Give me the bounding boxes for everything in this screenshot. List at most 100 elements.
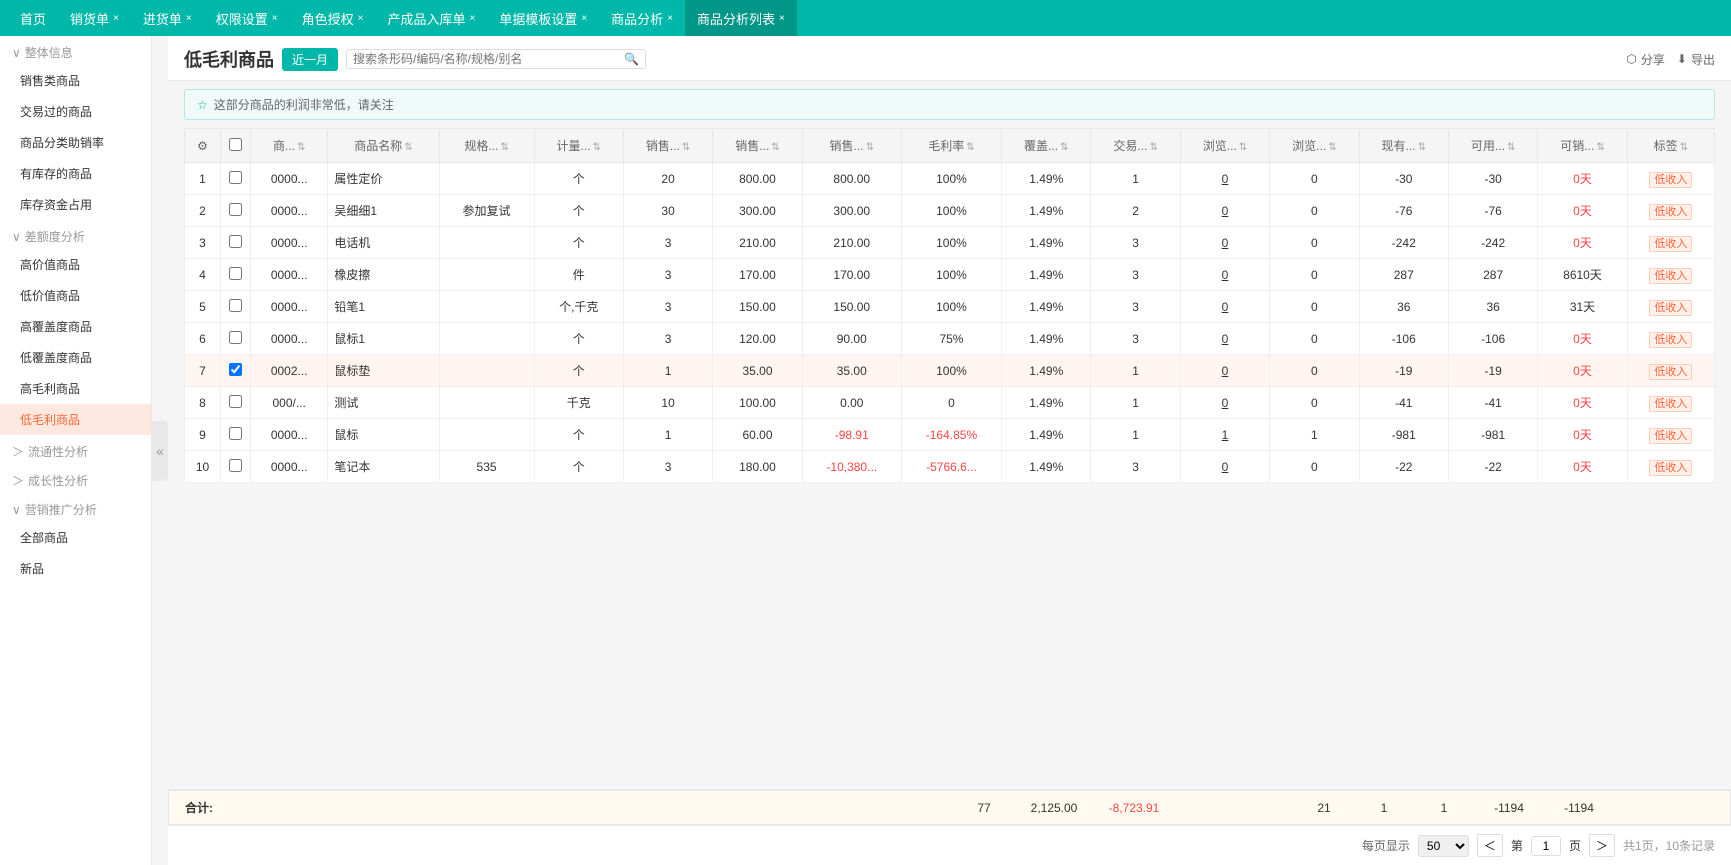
row-checkbox[interactable] xyxy=(229,203,242,216)
col-trade[interactable]: 交易...⇅ xyxy=(1091,129,1180,163)
cell-available: -981 xyxy=(1448,419,1537,451)
search-icon[interactable]: 🔍 xyxy=(624,52,639,66)
cell-checkbox[interactable] xyxy=(221,259,251,291)
cell-view1[interactable]: 0 xyxy=(1180,291,1269,323)
sidebar-item-category-rate[interactable]: 商品分类助销率 xyxy=(0,127,151,158)
col-settings[interactable]: ⚙ xyxy=(185,129,221,163)
row-checkbox[interactable] xyxy=(229,395,242,408)
row-checkbox[interactable] xyxy=(229,267,242,280)
cell-checkbox[interactable] xyxy=(221,451,251,483)
nav-product-instock[interactable]: 产成品入库单 × xyxy=(375,0,487,36)
sidebar-item-low-value[interactable]: 低价值商品 xyxy=(0,280,151,311)
sidebar-collapse-button[interactable]: « xyxy=(152,421,168,481)
row-checkbox[interactable] xyxy=(229,331,242,344)
nav-goods-analysis-close[interactable]: × xyxy=(667,13,673,24)
sidebar-group-margin-analysis[interactable]: ∨ 差额度分析 xyxy=(0,220,151,249)
nav-goods-list-close[interactable]: × xyxy=(779,13,785,24)
cell-view1[interactable]: 0 xyxy=(1180,195,1269,227)
nav-sales-order[interactable]: 销货单 × xyxy=(58,0,131,36)
nav-goods-analysis-list[interactable]: 商品分析列表 × xyxy=(685,0,797,36)
row-checkbox[interactable] xyxy=(229,299,242,312)
cell-view1[interactable]: 0 xyxy=(1180,163,1269,195)
sidebar-item-low-coverage[interactable]: 低覆盖度商品 xyxy=(0,342,151,373)
sidebar-item-traded-goods[interactable]: 交易过的商品 xyxy=(0,96,151,127)
cell-checkbox[interactable] xyxy=(221,323,251,355)
cell-view1[interactable]: 0 xyxy=(1180,387,1269,419)
col-gross-rate[interactable]: 毛利率⇅ xyxy=(901,129,1001,163)
cell-checkbox[interactable] xyxy=(221,195,251,227)
col-sales-qty[interactable]: 销售...⇅ xyxy=(623,129,712,163)
sidebar-group-growth[interactable]: ＞ 成长性分析 xyxy=(0,464,151,493)
col-name[interactable]: 商品名称⇅ xyxy=(328,129,439,163)
col-coverage[interactable]: 覆盖...⇅ xyxy=(1002,129,1091,163)
cell-checkbox[interactable] xyxy=(221,387,251,419)
per-page-select[interactable]: 50 100 200 xyxy=(1418,835,1469,857)
nav-permission-settings[interactable]: 权限设置 × xyxy=(204,0,290,36)
export-icon: ⬇ xyxy=(1677,52,1687,66)
cell-view1[interactable]: 0 xyxy=(1180,259,1269,291)
col-code[interactable]: 商...⇅ xyxy=(251,129,328,163)
nav-template-close[interactable]: × xyxy=(581,13,587,24)
cell-checkbox[interactable] xyxy=(221,227,251,259)
col-available[interactable]: 可用...⇅ xyxy=(1448,129,1537,163)
export-button[interactable]: ⬇ 导出 xyxy=(1677,51,1715,68)
cell-checkbox[interactable] xyxy=(221,419,251,451)
sidebar-item-high-margin[interactable]: 高毛利商品 xyxy=(0,373,151,404)
cell-view1[interactable]: 0 xyxy=(1180,355,1269,387)
next-page-button[interactable]: ＞ xyxy=(1589,834,1615,857)
cell-view1[interactable]: 0 xyxy=(1180,451,1269,483)
sidebar-item-low-margin[interactable]: 低毛利商品 xyxy=(0,404,151,435)
sidebar-group-marketing[interactable]: ∨ 营销推广分析 xyxy=(0,493,151,522)
col-sales-amount[interactable]: 销售...⇅ xyxy=(802,129,901,163)
nav-purchase-close[interactable]: × xyxy=(186,13,192,24)
sidebar-item-stocked-goods[interactable]: 有库存的商品 xyxy=(0,158,151,189)
nav-purchase-order[interactable]: 进货单 × xyxy=(131,0,204,36)
time-filter-button[interactable]: 近一月 xyxy=(282,48,338,71)
sidebar-item-new-goods[interactable]: 新品 xyxy=(0,553,151,584)
cell-checkbox[interactable] xyxy=(221,163,251,195)
sidebar-item-stock-capital[interactable]: 库存资金占用 xyxy=(0,189,151,220)
col-sales-price[interactable]: 销售...⇅ xyxy=(713,129,802,163)
cell-checkbox[interactable] xyxy=(221,355,251,387)
col-unit[interactable]: 计量...⇅ xyxy=(534,129,623,163)
col-current-stock[interactable]: 现有...⇅ xyxy=(1359,129,1448,163)
nav-product-close[interactable]: × xyxy=(469,13,475,24)
cell-view1[interactable]: 1 xyxy=(1180,419,1269,451)
nav-role-auth[interactable]: 角色授权 × xyxy=(290,0,376,36)
col-view2[interactable]: 浏览...⇅ xyxy=(1270,129,1359,163)
content-area: 低毛利商品 近一月 🔍 ⬡ 分享 ⬇ 导出 ☆ 这部分商品的利润非常低，请关注 xyxy=(168,36,1731,865)
nav-template-settings[interactable]: 单据模板设置 × xyxy=(487,0,599,36)
sidebar-item-all-goods[interactable]: 全部商品 xyxy=(0,522,151,553)
col-tag[interactable]: 标签⇅ xyxy=(1627,129,1714,163)
page-number-input[interactable] xyxy=(1531,836,1561,856)
sidebar-item-high-value[interactable]: 高价值商品 xyxy=(0,249,151,280)
row-checkbox[interactable] xyxy=(229,235,242,248)
row-checkbox[interactable] xyxy=(229,171,242,184)
search-input[interactable] xyxy=(353,52,624,66)
cell-view1[interactable]: 0 xyxy=(1180,323,1269,355)
nav-home[interactable]: 首页 xyxy=(8,0,58,36)
nav-sales-order-close[interactable]: × xyxy=(113,13,119,24)
cell-view1[interactable]: 0 xyxy=(1180,227,1269,259)
sidebar-group-overall[interactable]: ∨ 整体信息 xyxy=(0,36,151,65)
nav-permission-close[interactable]: × xyxy=(272,13,278,24)
col-view1[interactable]: 浏览...⇅ xyxy=(1180,129,1269,163)
sidebar-item-high-coverage[interactable]: 高覆盖度商品 xyxy=(0,311,151,342)
col-spec[interactable]: 规格...⇅ xyxy=(439,129,534,163)
cell-current-stock: -106 xyxy=(1359,323,1448,355)
select-all-checkbox[interactable] xyxy=(229,138,242,151)
cell-trade: 2 xyxy=(1091,195,1180,227)
cell-checkbox[interactable] xyxy=(221,291,251,323)
col-checkbox[interactable] xyxy=(221,129,251,163)
row-checkbox[interactable] xyxy=(229,427,242,440)
row-checkbox[interactable] xyxy=(229,363,242,376)
col-saleable[interactable]: 可销...⇅ xyxy=(1538,129,1627,163)
prev-page-button[interactable]: ＜ xyxy=(1477,834,1503,857)
share-button[interactable]: ⬡ 分享 xyxy=(1626,51,1665,68)
table-row: 6 0000... 鼠标1 个 3 120.00 90.00 75% 1.49%… xyxy=(185,323,1715,355)
nav-goods-analysis[interactable]: 商品分析 × xyxy=(599,0,685,36)
sidebar-item-sales-goods[interactable]: 销售类商品 xyxy=(0,65,151,96)
nav-role-close[interactable]: × xyxy=(358,13,364,24)
row-checkbox[interactable] xyxy=(229,459,242,472)
sidebar-group-circulation[interactable]: ＞ 流通性分析 xyxy=(0,435,151,464)
